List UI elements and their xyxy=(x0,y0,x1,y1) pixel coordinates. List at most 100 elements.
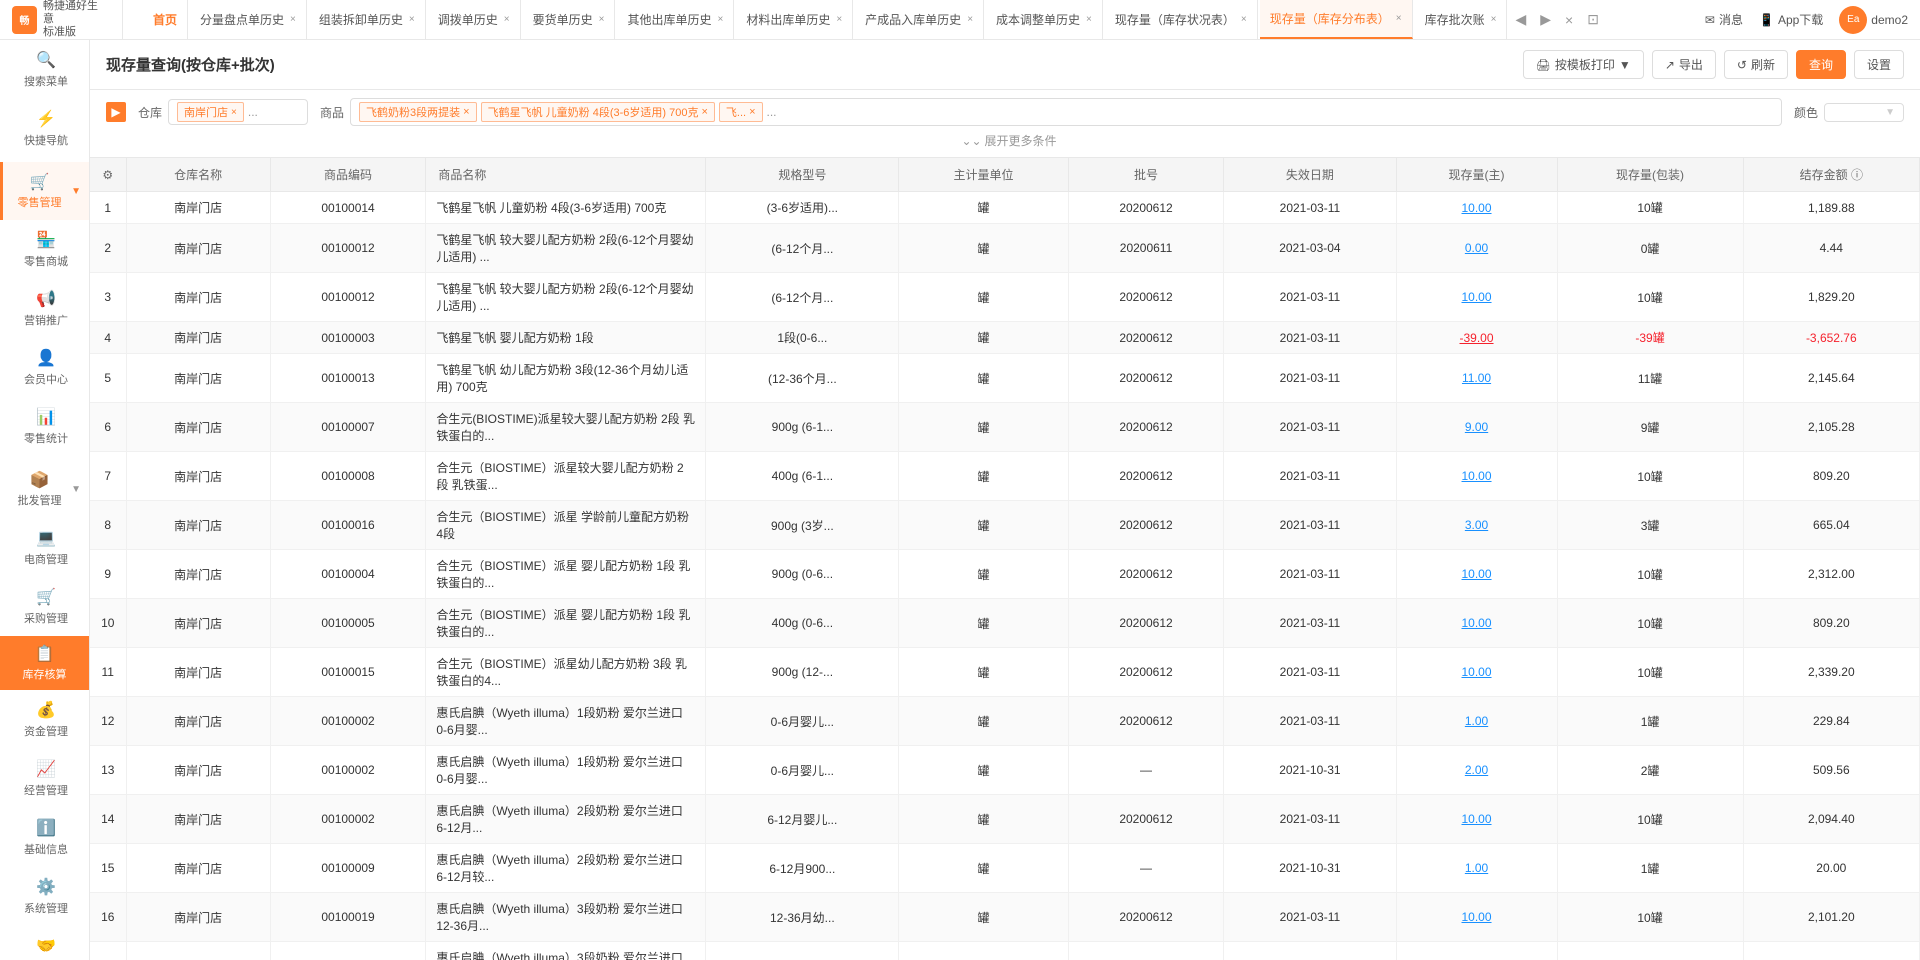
color-filter: 颜色 ▼ xyxy=(1794,103,1904,122)
product-filter: 商品 飞鹤奶粉3段两提装 × 飞鹤星飞帆 儿童奶粉 4段(3-6岁适用) 700… xyxy=(320,98,1782,126)
filter-area: ▶ 仓库 南岸门店 × ... 商品 xyxy=(90,90,1920,158)
basic-icon: ℹ️ xyxy=(36,818,56,838)
th-expire: 失效日期 xyxy=(1224,158,1396,192)
table-container[interactable]: ⚙ 仓库名称 商品编码 商品名称 规格型号 主计量单位 批号 失效日期 现存量(… xyxy=(90,158,1920,960)
th-settings[interactable]: ⚙ xyxy=(90,158,126,192)
tab-home[interactable]: 首页 xyxy=(143,0,188,39)
settings-btn[interactable]: 设置 xyxy=(1854,50,1904,79)
tab-7[interactable]: 产成品入库单历史 × xyxy=(855,0,984,39)
close-icon[interactable]: × xyxy=(290,14,296,25)
search-icon: 🔍 xyxy=(36,50,56,70)
refresh-icon: ↺ xyxy=(1737,58,1747,72)
print-icon: 🖨 xyxy=(1536,58,1551,72)
sidebar-item-corp[interactable]: 🤝 企业协同 xyxy=(0,926,89,960)
tab-nav-prev[interactable]: ◀ xyxy=(1509,11,1532,28)
tab-8[interactable]: 成本调整单历史 × xyxy=(986,0,1103,39)
warehouse-tag-remove[interactable]: × xyxy=(231,107,237,118)
content-area: 现存量查询(按仓库+批次) 🖨 按模板打印 ▼ ↗ 导出 ↺ 刷新 查询 xyxy=(90,40,1920,960)
tab-10[interactable]: 现存量（库存分布表） × xyxy=(1260,0,1413,39)
table-row: 17南岸门店00100019惠氏启腆（Wyeth illuma）3段奶粉 爱尔兰… xyxy=(90,942,1920,960)
sidebar-item-stats[interactable]: 📊 零售统计 xyxy=(0,397,89,456)
ecommerce-icon: 💻 xyxy=(36,528,56,548)
sidebar-item-inventory[interactable]: 📋 库存核算 xyxy=(0,636,89,690)
topbar: 畅 畅捷通好生意 标准版 首页 分量盘点单历史 × 组装拆卸单历史 × 调拨单历… xyxy=(0,0,1920,40)
sidebar-item-wholesale[interactable]: 📦 批发管理 ▼ xyxy=(0,460,89,518)
export-btn[interactable]: ↗ 导出 xyxy=(1652,50,1716,79)
close-icon[interactable]: × xyxy=(1086,14,1092,25)
app-icon: 📱 xyxy=(1759,13,1774,27)
table-row: 6南岸门店00100007合生元(BIOSTIME)派星较大婴儿配方奶粉 2段 … xyxy=(90,403,1920,452)
th-qty-pkg: 现存量(包装) xyxy=(1557,158,1743,192)
close-icon[interactable]: × xyxy=(717,14,723,25)
main-layout: 🔍 搜索菜单 ⚡ 快捷导航 🛒 零售管理 ▼ 🏪 零售商城 📢 营销推广 👤 会… xyxy=(0,40,1920,960)
close-icon[interactable]: × xyxy=(1241,14,1247,25)
close-icon[interactable]: × xyxy=(409,14,415,25)
corp-icon: 🤝 xyxy=(36,936,56,956)
refresh-btn[interactable]: ↺ 刷新 xyxy=(1724,50,1788,79)
tab-5[interactable]: 其他出库单历史 × xyxy=(617,0,734,39)
tab-nav-next[interactable]: ▶ xyxy=(1534,11,1557,28)
sidebar-item-nav[interactable]: ⚡ 快捷导航 xyxy=(0,99,89,158)
tab-11[interactable]: 库存批次账 × xyxy=(1415,0,1508,39)
message-btn[interactable]: ✉ 消息 xyxy=(1705,11,1743,28)
sidebar-item-purchase[interactable]: 🛒 采购管理 xyxy=(0,577,89,636)
tab-nav-more[interactable]: ⊡ xyxy=(1581,11,1605,28)
sidebar-item-marketing[interactable]: 📢 营销推广 xyxy=(0,279,89,338)
product-input[interactable]: 飞鹤奶粉3段两提装 × 飞鹤星飞帆 儿童奶粉 4段(3-6岁适用) 700克 ×… xyxy=(350,98,1782,126)
sidebar-item-basic[interactable]: ℹ️ 基础信息 xyxy=(0,808,89,867)
product-tag-1-remove[interactable]: × xyxy=(701,106,707,118)
sidebar-item-ecommerce[interactable]: 💻 电商管理 xyxy=(0,518,89,577)
product-tag-2-remove[interactable]: × xyxy=(749,106,755,118)
color-input[interactable]: ▼ xyxy=(1824,103,1904,122)
ops-icon: 📈 xyxy=(36,759,56,779)
th-amount: 结存金额 ⓘ xyxy=(1743,158,1919,192)
close-icon[interactable]: × xyxy=(504,14,510,25)
tab-3[interactable]: 调拨单历史 × xyxy=(428,0,521,39)
tab-6[interactable]: 材料出库单历史 × xyxy=(736,0,853,39)
table-row: 15南岸门店00100009惠氏启腆（Wyeth illuma）2段奶粉 爱尔兰… xyxy=(90,844,1920,893)
table-row: 8南岸门店00100016合生元（BIOSTIME）派星 学龄前儿童配方奶粉 4… xyxy=(90,501,1920,550)
sidebar-item-mall[interactable]: 🏪 零售商城 xyxy=(0,220,89,279)
table-row: 9南岸门店00100004合生元（BIOSTIME）派星 婴儿配方奶粉 1段 乳… xyxy=(90,550,1920,599)
filter-row: ▶ 仓库 南岸门店 × ... 商品 xyxy=(106,98,1904,126)
table-row: 7南岸门店00100008合生元（BIOSTIME）派星较大婴儿配方奶粉 2段 … xyxy=(90,452,1920,501)
product-ellipsis[interactable]: ... xyxy=(767,105,777,119)
tab-2[interactable]: 组装拆卸单历史 × xyxy=(309,0,426,39)
wholesale-arrow: ▼ xyxy=(71,484,81,495)
table-row: 13南岸门店00100002惠氏启腆（Wyeth illuma）1段奶粉 爱尔兰… xyxy=(90,746,1920,795)
tab-nav-close[interactable]: × xyxy=(1559,12,1579,28)
expand-btn[interactable]: ⌄⌄ 展开更多条件 xyxy=(961,132,1056,149)
warehouse-input[interactable]: 南岸门店 × ... xyxy=(168,99,308,125)
warehouse-label: 仓库 xyxy=(138,104,162,121)
close-icon[interactable]: × xyxy=(836,14,842,25)
sidebar-item-finance[interactable]: 💰 资金管理 xyxy=(0,690,89,749)
warehouse-filter: 仓库 南岸门店 × ... xyxy=(138,99,308,125)
logo-text: 畅捷通好生意 标准版 xyxy=(43,0,102,39)
close-icon[interactable]: × xyxy=(967,14,973,25)
retail-arrow: ▼ xyxy=(71,186,81,197)
logo: 畅 畅捷通好生意 标准版 xyxy=(12,0,102,39)
sidebar-item-ops[interactable]: 📈 经营管理 xyxy=(0,749,89,808)
warehouse-ellipsis[interactable]: ... xyxy=(248,105,258,119)
sidebar-item-search[interactable]: 🔍 搜索菜单 xyxy=(0,40,89,99)
sidebar-item-system[interactable]: ⚙️ 系统管理 xyxy=(0,867,89,926)
tab-4[interactable]: 要货单历史 × xyxy=(523,0,616,39)
sidebar-item-member[interactable]: 👤 会员中心 xyxy=(0,338,89,397)
data-table: ⚙ 仓库名称 商品编码 商品名称 规格型号 主计量单位 批号 失效日期 现存量(… xyxy=(90,158,1920,960)
message-icon: ✉ xyxy=(1705,13,1715,27)
avatar: Ea xyxy=(1839,6,1867,34)
query-btn[interactable]: 查询 xyxy=(1796,50,1846,79)
close-icon[interactable]: × xyxy=(1491,14,1497,25)
filter-expand-arrow[interactable]: ▶ xyxy=(106,102,126,122)
product-tag-0-remove[interactable]: × xyxy=(463,106,469,118)
tab-1[interactable]: 分量盘点单历史 × xyxy=(190,0,307,39)
member-icon: 👤 xyxy=(36,348,56,368)
close-icon[interactable]: × xyxy=(599,14,605,25)
close-icon[interactable]: × xyxy=(1396,13,1402,24)
sidebar-item-retail[interactable]: 🛒 零售管理 ▼ xyxy=(0,162,89,220)
tab-9[interactable]: 现存量（库存状况表） × xyxy=(1105,0,1258,39)
user-avatar[interactable]: Ea demo2 xyxy=(1839,6,1908,34)
print-btn[interactable]: 🖨 按模板打印 ▼ xyxy=(1523,50,1644,79)
page-actions: 🖨 按模板打印 ▼ ↗ 导出 ↺ 刷新 查询 设置 xyxy=(1523,50,1904,79)
app-download-btn[interactable]: 📱 App下载 xyxy=(1759,11,1823,28)
